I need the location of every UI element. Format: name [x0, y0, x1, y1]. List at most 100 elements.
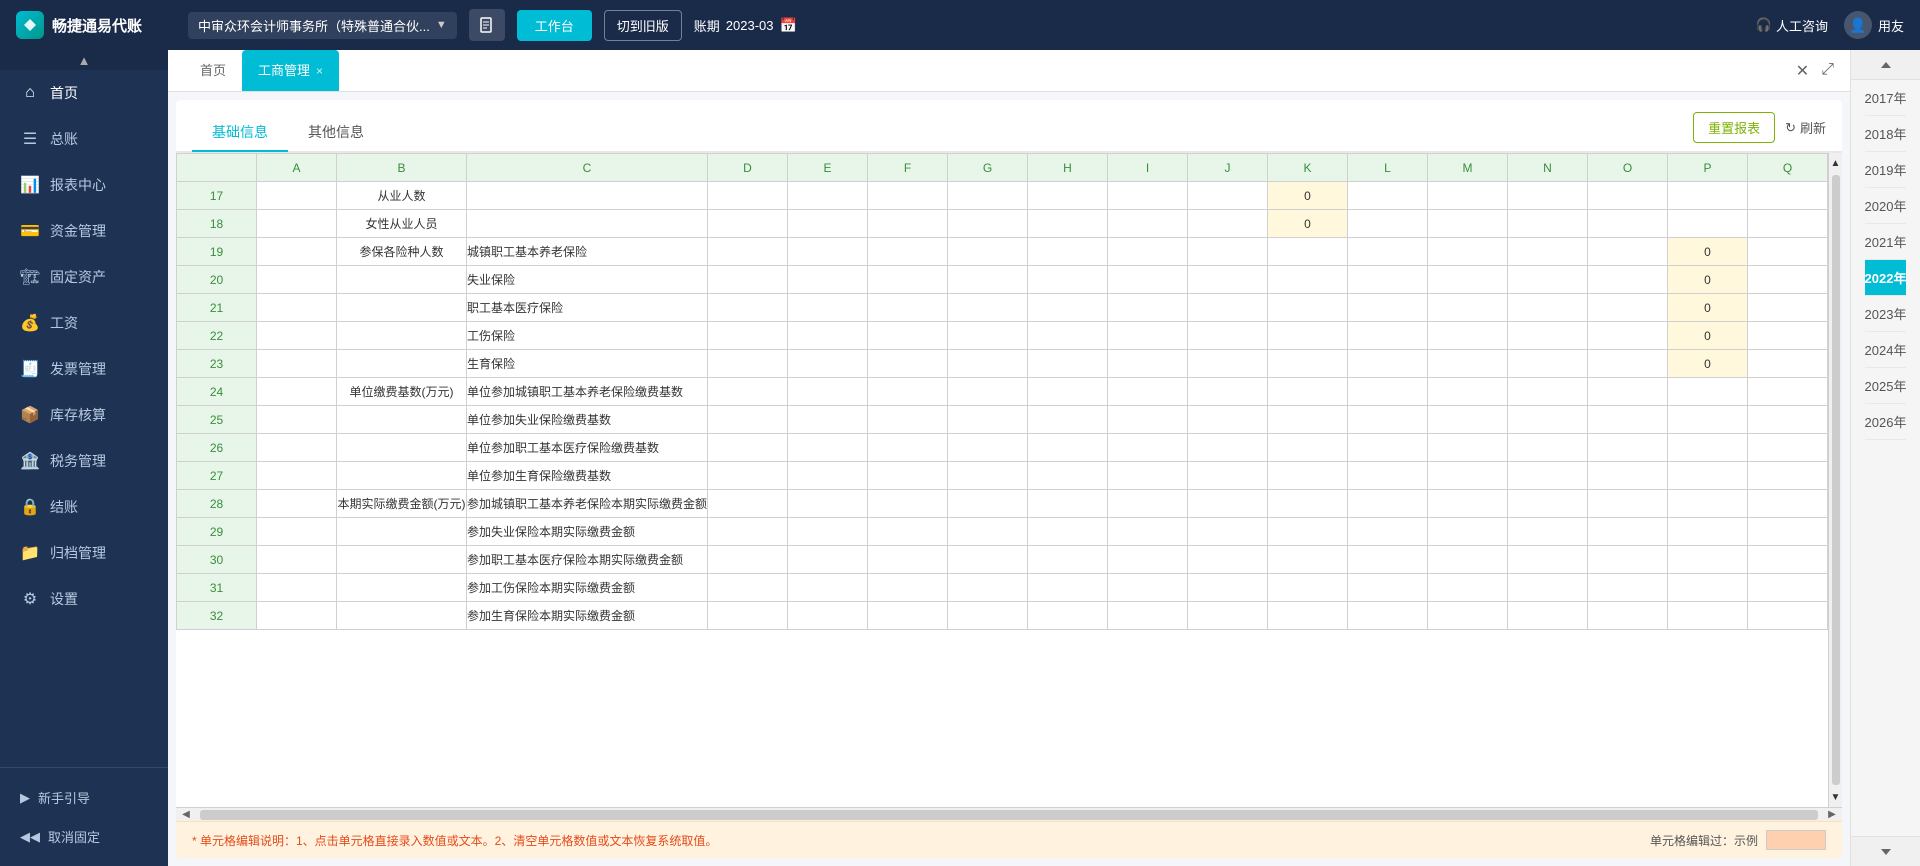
row-num-29[interactable]: 29: [177, 518, 257, 546]
cell-27-O[interactable]: [1588, 462, 1668, 490]
cell-21-B[interactable]: [337, 294, 467, 322]
tab-home[interactable]: 首页: [184, 50, 242, 92]
hscroll-thumb[interactable]: [200, 810, 1818, 820]
reset-report-button[interactable]: 重置报表: [1693, 112, 1775, 143]
cell-29-J[interactable]: [1188, 518, 1268, 546]
col-header-g[interactable]: G: [948, 154, 1028, 182]
cell-19-G[interactable]: [948, 238, 1028, 266]
col-header-f[interactable]: F: [868, 154, 948, 182]
cell-25-E[interactable]: [788, 406, 868, 434]
cell-27-K[interactable]: [1268, 462, 1348, 490]
cell-32-K[interactable]: [1268, 602, 1348, 630]
cell-17-K[interactable]: 0: [1268, 182, 1348, 210]
cell-17-O[interactable]: [1588, 182, 1668, 210]
cell-28-F[interactable]: [868, 490, 948, 518]
cell-30-C[interactable]: 参加职工基本医疗保险本期实际缴费金额: [467, 546, 708, 574]
user-menu[interactable]: 👤 用友: [1844, 11, 1904, 39]
cell-24-E[interactable]: [788, 378, 868, 406]
cell-23-H[interactable]: [1028, 350, 1108, 378]
timeline-year-2024[interactable]: 2024年: [1865, 332, 1907, 368]
cell-20-J[interactable]: [1188, 266, 1268, 294]
cell-26-Q[interactable]: [1748, 434, 1828, 462]
cell-24-O[interactable]: [1588, 378, 1668, 406]
cell-27-P[interactable]: [1668, 462, 1748, 490]
cell-18-P[interactable]: [1668, 210, 1748, 238]
cell-30-N[interactable]: [1508, 546, 1588, 574]
cell-18-F[interactable]: [868, 210, 948, 238]
cell-22-M[interactable]: [1428, 322, 1508, 350]
window-expand-button[interactable]: ⤢: [1821, 61, 1834, 81]
cell-18-E[interactable]: [788, 210, 868, 238]
col-header-c[interactable]: C: [467, 154, 708, 182]
sidebar-item-assets[interactable]: 🏗 固定资产: [0, 254, 168, 300]
cell-28-I[interactable]: [1108, 490, 1188, 518]
cell-24-P[interactable]: [1668, 378, 1748, 406]
cell-22-F[interactable]: [868, 322, 948, 350]
cell-26-F[interactable]: [868, 434, 948, 462]
cell-19-K[interactable]: [1268, 238, 1348, 266]
cell-32-E[interactable]: [788, 602, 868, 630]
cell-20-H[interactable]: [1028, 266, 1108, 294]
col-header-n[interactable]: N: [1508, 154, 1588, 182]
col-header-j[interactable]: J: [1188, 154, 1268, 182]
cell-28-N[interactable]: [1508, 490, 1588, 518]
cell-22-N[interactable]: [1508, 322, 1588, 350]
cell-26-J[interactable]: [1188, 434, 1268, 462]
row-num-24[interactable]: 24: [177, 378, 257, 406]
cell-25-Q[interactable]: [1748, 406, 1828, 434]
cell-32-O[interactable]: [1588, 602, 1668, 630]
cell-29-F[interactable]: [868, 518, 948, 546]
cell-21-N[interactable]: [1508, 294, 1588, 322]
cell-27-H[interactable]: [1028, 462, 1108, 490]
cell-28-G[interactable]: [948, 490, 1028, 518]
row-num-25[interactable]: 25: [177, 406, 257, 434]
cell-22-I[interactable]: [1108, 322, 1188, 350]
cell-29-D[interactable]: [708, 518, 788, 546]
col-header-o[interactable]: O: [1588, 154, 1668, 182]
cell-30-B[interactable]: [337, 546, 467, 574]
timeline-year-2020[interactable]: 2020年: [1865, 188, 1907, 224]
cell-17-M[interactable]: [1428, 182, 1508, 210]
row-num-28[interactable]: 28: [177, 490, 257, 518]
cell-31-E[interactable]: [788, 574, 868, 602]
cell-24-A[interactable]: [257, 378, 337, 406]
cell-21-P[interactable]: 0: [1668, 294, 1748, 322]
cell-28-M[interactable]: [1428, 490, 1508, 518]
cell-17-I[interactable]: [1108, 182, 1188, 210]
cell-32-H[interactable]: [1028, 602, 1108, 630]
cell-29-K[interactable]: [1268, 518, 1348, 546]
cell-23-I[interactable]: [1108, 350, 1188, 378]
cell-26-M[interactable]: [1428, 434, 1508, 462]
cell-31-L[interactable]: [1348, 574, 1428, 602]
cell-26-D[interactable]: [708, 434, 788, 462]
cell-25-P[interactable]: [1668, 406, 1748, 434]
cell-30-E[interactable]: [788, 546, 868, 574]
cell-20-E[interactable]: [788, 266, 868, 294]
cell-18-J[interactable]: [1188, 210, 1268, 238]
cell-17-E[interactable]: [788, 182, 868, 210]
cell-19-M[interactable]: [1428, 238, 1508, 266]
row-num-22[interactable]: 22: [177, 322, 257, 350]
cell-24-L[interactable]: [1348, 378, 1428, 406]
cell-28-B[interactable]: 本期实际缴费金额(万元): [337, 490, 467, 518]
cell-27-L[interactable]: [1348, 462, 1428, 490]
timeline-nav-up[interactable]: [1851, 50, 1920, 80]
cell-19-D[interactable]: [708, 238, 788, 266]
cell-21-Q[interactable]: [1748, 294, 1828, 322]
cell-27-I[interactable]: [1108, 462, 1188, 490]
cell-27-C[interactable]: 单位参加生育保险缴费基数: [467, 462, 708, 490]
sidebar-item-payroll[interactable]: 💰 工资: [0, 300, 168, 346]
col-header-i[interactable]: I: [1108, 154, 1188, 182]
cell-24-D[interactable]: [708, 378, 788, 406]
cell-22-A[interactable]: [257, 322, 337, 350]
cell-19-O[interactable]: [1588, 238, 1668, 266]
cell-32-F[interactable]: [868, 602, 948, 630]
cell-31-N[interactable]: [1508, 574, 1588, 602]
cell-25-I[interactable]: [1108, 406, 1188, 434]
cell-22-Q[interactable]: [1748, 322, 1828, 350]
cell-21-M[interactable]: [1428, 294, 1508, 322]
cell-20-P[interactable]: 0: [1668, 266, 1748, 294]
cell-26-B[interactable]: [337, 434, 467, 462]
cell-26-G[interactable]: [948, 434, 1028, 462]
col-header-b[interactable]: B: [337, 154, 467, 182]
